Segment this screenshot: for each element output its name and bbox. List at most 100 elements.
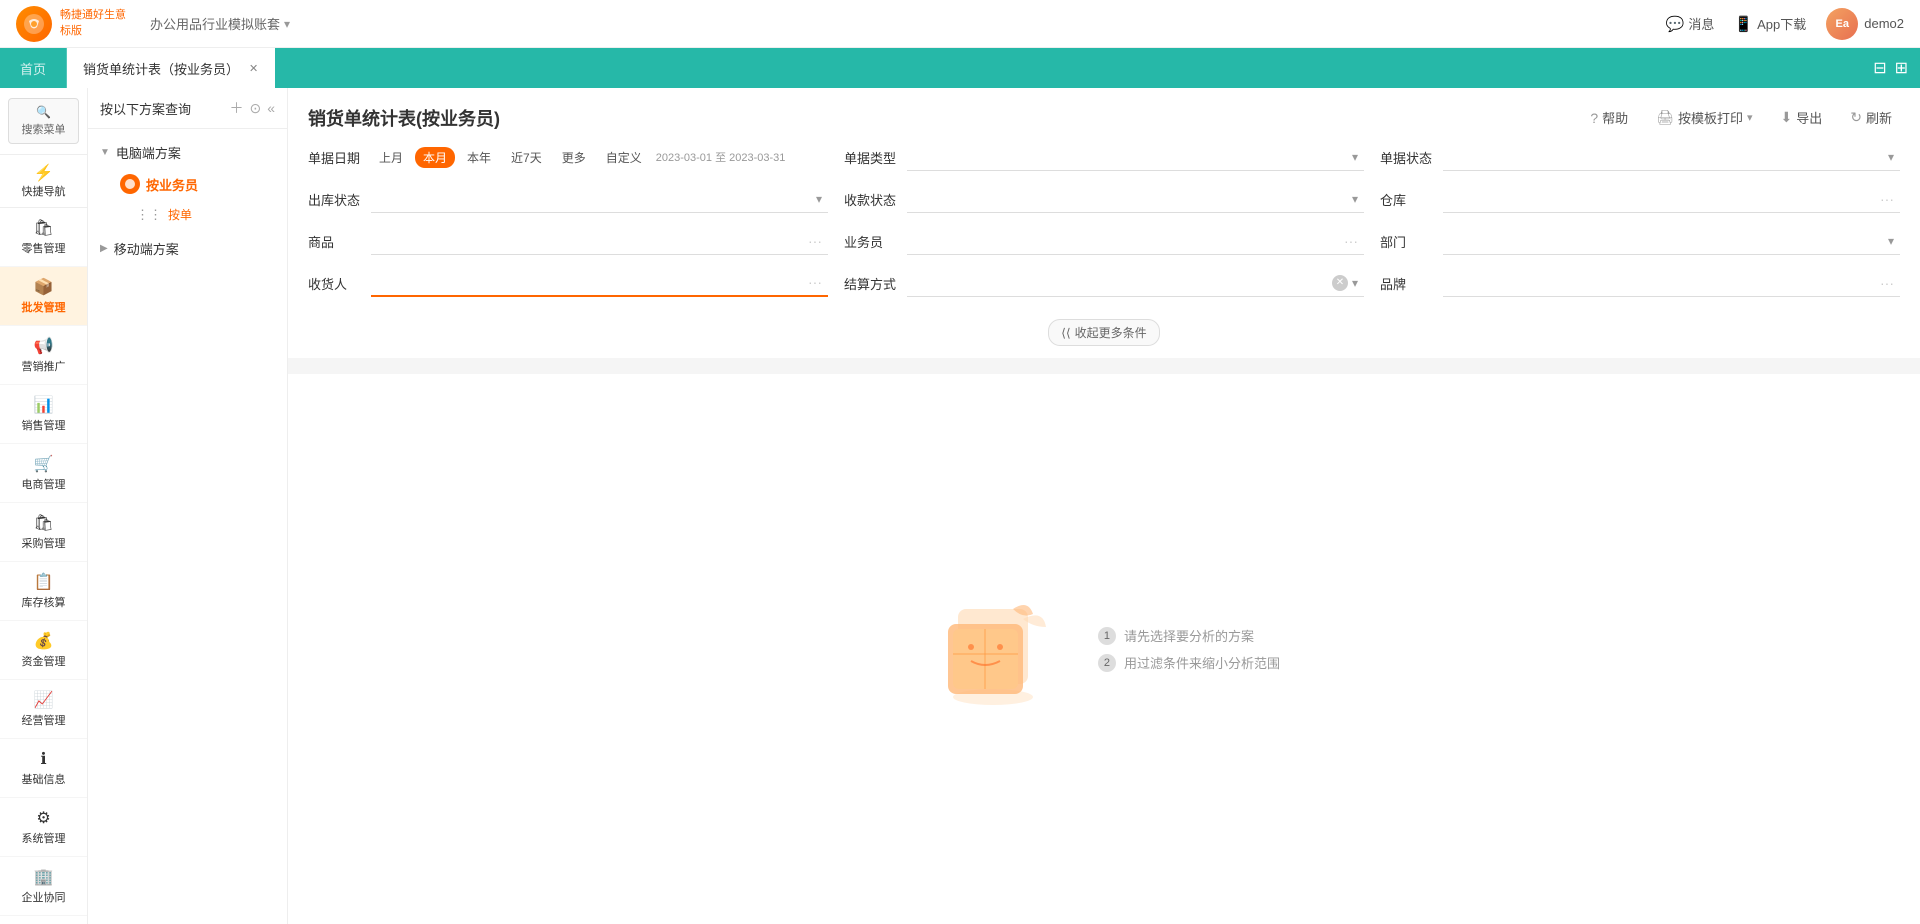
wholesale-icon: 📦 [34, 277, 54, 297]
filter-settlement: 结算方式 ✕ ▾ [844, 269, 1364, 297]
avatar: Ea [1826, 8, 1858, 40]
tab-close-icon[interactable]: ✕ [249, 62, 258, 75]
tab-sales-stat[interactable]: 销货单统计表（按业务员） ✕ [67, 48, 275, 88]
sidebar-item-quicknav[interactable]: ⚡ 快捷导航 [0, 155, 87, 208]
tab-home[interactable]: 首页 [0, 48, 67, 88]
settlement-clear-icon[interactable]: ✕ [1332, 275, 1348, 291]
date-tab-last-month[interactable]: 上月 [371, 147, 411, 168]
search-menu-button[interactable]: 🔍 搜索菜单 [8, 98, 79, 144]
consignee-input[interactable]: ··· [371, 269, 828, 297]
sidebar-item-inventory[interactable]: 📋 库存核算 [0, 562, 87, 621]
operations-icon: 📈 [34, 690, 54, 710]
filter-doc-type: 单据类型 ▾ [844, 143, 1364, 171]
doc-type-select[interactable]: ▾ [907, 143, 1364, 171]
salesperson-more-icon: ··· [1344, 233, 1358, 249]
main-content: 销货单统计表(按业务员) ? 帮助 🖨 按模板打印 ▾ ⬇ 导出 [288, 88, 1920, 924]
warehouse-input[interactable]: ··· [1443, 185, 1900, 213]
tree-node-mobile[interactable]: ▶ 移动端方案 [88, 233, 287, 264]
sidebar-item-basic[interactable]: ℹ 基础信息 [0, 739, 87, 798]
salesperson-input[interactable]: ··· [907, 227, 1364, 255]
tree-node-by-order[interactable]: ⋮⋮ 按单 [88, 200, 287, 229]
brand-input[interactable]: ··· [1443, 269, 1900, 297]
date-tab-custom[interactable]: 自定义 [598, 147, 650, 168]
breadcrumb[interactable]: 办公用品行业模拟账套 ▾ [150, 14, 290, 33]
user-menu[interactable]: Ea demo2 [1826, 8, 1904, 40]
sidebar-item-wholesale[interactable]: 📦 批发管理 [0, 267, 87, 326]
filter-receipt-status: 收款状态 ▾ [844, 185, 1364, 213]
left-panel-toolbar: ＋ ⊙ « [229, 98, 275, 118]
date-tab-this-month[interactable]: 本月 [415, 147, 455, 168]
empty-hints: 1 请先选择要分析的方案 2 用过滤条件来缩小分析范围 [1098, 626, 1280, 672]
goods-input[interactable]: ··· [371, 227, 828, 255]
collapse-conditions-button[interactable]: ⟨⟨ 收起更多条件 [1048, 319, 1159, 346]
add-scheme-button[interactable]: ＋ [229, 98, 243, 118]
sidebar-item-operations[interactable]: 📈 经营管理 [0, 680, 87, 739]
hint-number-1: 1 [1098, 627, 1116, 645]
filter-warehouse: 仓库 ··· 查询 设置 [1380, 185, 1900, 213]
order-icon: ⋮⋮ [136, 207, 162, 223]
filter-dept: 部门 ▾ [1380, 227, 1900, 255]
logo-text: 畅捷通好生意 标版 [60, 8, 126, 39]
tree-node-desktop[interactable]: ▼ 电脑端方案 [88, 137, 287, 168]
system-icon: ⚙ [36, 808, 50, 828]
dept-dropdown-icon: ▾ [1888, 234, 1894, 248]
settlement-select[interactable]: ✕ ▾ [907, 269, 1364, 297]
inventory-icon: 📋 [34, 572, 54, 592]
sidebar-item-newguide[interactable]: 🎯 新手引导 [0, 916, 87, 924]
date-tab-this-year[interactable]: 本年 [459, 147, 499, 168]
logo-area: 畅捷通好生意 标版 [16, 6, 126, 42]
filter-consignee: 收货人 ··· [308, 269, 828, 297]
refresh-button[interactable]: ↻ 刷新 [1842, 104, 1900, 131]
doc-status-dropdown-icon: ▾ [1888, 150, 1894, 164]
collapse-icon: ⟨⟨ [1061, 326, 1070, 340]
dept-select[interactable]: ▾ [1443, 227, 1900, 255]
sales-icon: 📊 [34, 395, 54, 415]
template-print-button[interactable]: 🖨 按模板打印 ▾ [1648, 104, 1760, 131]
tab-expand-area: ⊟ ⊞ [1861, 48, 1920, 88]
sidebar-search-area[interactable]: 🔍 搜索菜单 [0, 88, 87, 155]
date-tab-7days[interactable]: 近7天 [503, 147, 550, 168]
sidebar-item-enterprise[interactable]: 🏢 企业协同 [0, 857, 87, 916]
filter-goods: 商品 ··· [308, 227, 828, 255]
sidebar-item-purchase[interactable]: 🛍 采购管理 [0, 503, 87, 562]
logo-icon [16, 6, 52, 42]
date-tab-more[interactable]: 更多 [554, 147, 594, 168]
filter-row-4: 收货人 ··· 结算方式 ✕ ▾ [308, 269, 1900, 297]
sidebar-item-marketing[interactable]: 📢 营销推广 [0, 326, 87, 385]
basic-icon: ℹ [40, 749, 46, 769]
filter-row-3: 商品 ··· 业务员 ··· 部门 [308, 227, 1900, 255]
sidebar-item-system[interactable]: ⚙ 系统管理 [0, 798, 87, 857]
date-filter: 上月 本月 本年 近7天 更多 自定义 2023-03-01 至 2023-03… [371, 147, 828, 168]
filter-area: 单据日期 上月 本月 本年 近7天 更多 自定义 2023-03-01 至 20… [308, 143, 1900, 358]
out-status-select[interactable]: ▾ [371, 185, 828, 213]
message-button[interactable]: 💬 消息 [1666, 14, 1715, 33]
date-tabs: 上月 本月 本年 近7天 更多 自定义 [371, 147, 650, 168]
sidebar-item-ecommerce[interactable]: 🛒 电商管理 [0, 444, 87, 503]
settlement-dropdown-icon: ▾ [1352, 276, 1358, 290]
page-header-top: 销货单统计表(按业务员) ? 帮助 🖨 按模板打印 ▾ ⬇ 导出 [308, 104, 1900, 131]
collapse-panel-button[interactable]: « [267, 100, 275, 116]
sidebar-item-sales[interactable]: 📊 销售管理 [0, 385, 87, 444]
window-minimize-icon[interactable]: ⊟ [1873, 58, 1886, 78]
main-layout: 🔍 搜索菜单 ⚡ 快捷导航 🛍 零售管理 📦 批发管理 📢 营销推广 📊 [0, 88, 1920, 924]
chevron-down-icon[interactable]: ▾ [284, 17, 290, 31]
print-dropdown-icon[interactable]: ▾ [1747, 111, 1753, 124]
export-button[interactable]: ⬇ 导出 [1773, 104, 1831, 131]
date-range-display: 2023-03-01 至 2023-03-31 [656, 149, 786, 165]
doc-status-select[interactable]: ▾ [1443, 143, 1900, 171]
window-maximize-icon[interactable]: ⊞ [1895, 58, 1908, 78]
settings-scheme-button[interactable]: ⊙ [249, 100, 261, 117]
tree-node-by-salesperson[interactable]: 按业务员 [88, 168, 287, 200]
export-icon: ⬇ [1781, 109, 1793, 126]
section-divider [288, 358, 1920, 366]
help-button[interactable]: ? 帮助 [1582, 104, 1636, 131]
warehouse-more-icon: ··· [1880, 191, 1894, 207]
help-icon: ? [1590, 110, 1598, 126]
sidebar-item-retail[interactable]: 🛍 零售管理 [0, 208, 87, 267]
app-download-button[interactable]: 📱 App下载 [1734, 14, 1806, 33]
receipt-status-select[interactable]: ▾ [907, 185, 1364, 213]
sidebar-item-finance[interactable]: 💰 资金管理 [0, 621, 87, 680]
filter-row-1: 单据日期 上月 本月 本年 近7天 更多 自定义 2023-03-01 至 20… [308, 143, 1900, 171]
doc-type-dropdown-icon: ▾ [1352, 150, 1358, 164]
empty-hint-1: 1 请先选择要分析的方案 [1098, 626, 1280, 645]
